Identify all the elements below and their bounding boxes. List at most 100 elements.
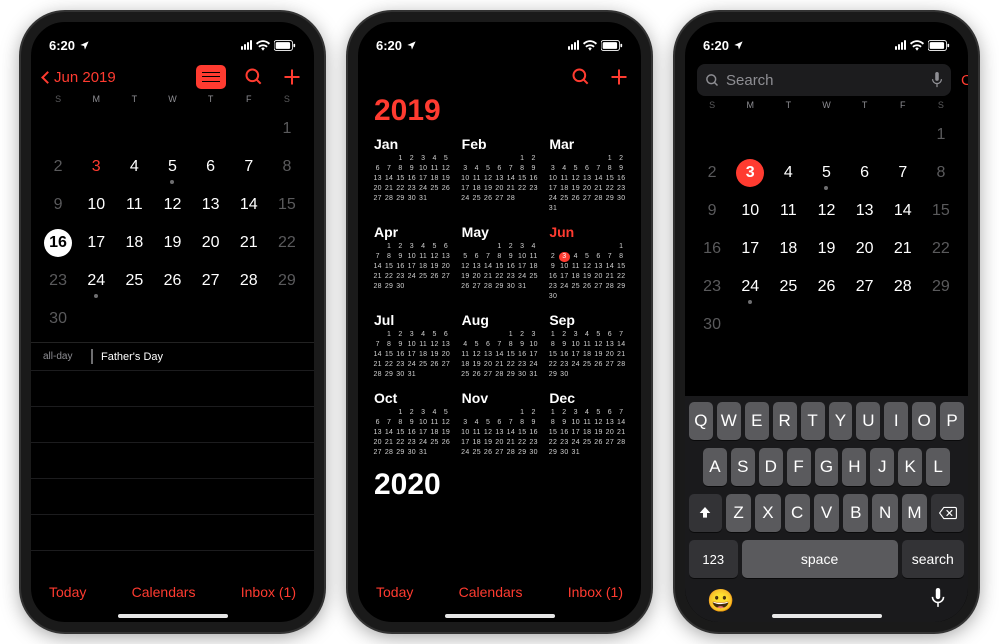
calendars-button[interactable]: Calendars — [132, 584, 196, 600]
mini-month[interactable]: May1234567891011121314151617181920212223… — [456, 220, 544, 308]
day-cell[interactable]: 27 — [192, 262, 230, 300]
day-cell[interactable]: 20 — [192, 224, 230, 262]
day-cell[interactable]: 16 — [693, 230, 731, 268]
mini-month[interactable]: Mar1234567891011121314151617181920212223… — [543, 132, 631, 220]
day-cell[interactable]: 28 — [884, 268, 922, 306]
key-l[interactable]: L — [926, 448, 950, 486]
key-c[interactable]: C — [785, 494, 810, 532]
key-v[interactable]: V — [814, 494, 839, 532]
key-a[interactable]: A — [703, 448, 727, 486]
day-cell[interactable]: 16 — [39, 224, 77, 262]
day-cell[interactable]: 6 — [192, 148, 230, 186]
day-cell[interactable]: 14 — [230, 186, 268, 224]
day-cell[interactable]: 15 — [922, 192, 960, 230]
day-cell[interactable]: 30 — [693, 306, 731, 344]
day-cell[interactable]: 7 — [230, 148, 268, 186]
mini-month[interactable]: Nov1234567891011121314151617181920212223… — [456, 386, 544, 464]
day-cell[interactable]: 1 — [268, 110, 306, 148]
day-cell[interactable]: 3 — [731, 154, 769, 192]
day-cell[interactable]: 24 — [731, 268, 769, 306]
emoji-key[interactable]: 😀 — [707, 588, 734, 614]
key-k[interactable]: K — [898, 448, 922, 486]
day-cell[interactable]: 3 — [77, 148, 115, 186]
search-field[interactable] — [697, 64, 951, 96]
key-x[interactable]: X — [755, 494, 780, 532]
key-space[interactable]: space — [742, 540, 898, 578]
day-cell[interactable]: 10 — [731, 192, 769, 230]
key-p[interactable]: P — [940, 402, 964, 440]
day-cell[interactable]: 7 — [884, 154, 922, 192]
day-cell[interactable]: 2 — [39, 148, 77, 186]
day-cell[interactable]: 8 — [922, 154, 960, 192]
key-s[interactable]: S — [731, 448, 755, 486]
key-r[interactable]: R — [773, 402, 797, 440]
search-icon[interactable] — [571, 67, 591, 87]
add-button[interactable] — [282, 67, 302, 87]
key-shift[interactable] — [689, 494, 722, 532]
today-button[interactable]: Today — [49, 584, 86, 600]
key-i[interactable]: I — [884, 402, 908, 440]
day-cell[interactable]: 29 — [922, 268, 960, 306]
day-cell[interactable]: 15 — [268, 186, 306, 224]
back-button[interactable]: Jun 2019 — [43, 69, 116, 86]
mini-month[interactable]: Jan1234567891011121314151617181920212223… — [368, 132, 456, 220]
day-cell[interactable]: 21 — [884, 230, 922, 268]
key-backspace[interactable] — [931, 494, 964, 532]
key-d[interactable]: D — [759, 448, 783, 486]
day-cell[interactable]: 24 — [77, 262, 115, 300]
home-indicator[interactable] — [772, 614, 882, 618]
mini-month[interactable]: Feb1234567891011121314151617181920212223… — [456, 132, 544, 220]
search-input[interactable] — [726, 72, 925, 89]
key-e[interactable]: E — [745, 402, 769, 440]
day-cell[interactable]: 22 — [922, 230, 960, 268]
mini-month[interactable]: Aug1234567891011121314151617181920212223… — [456, 308, 544, 386]
day-cell[interactable]: 9 — [39, 186, 77, 224]
mini-month[interactable]: Apr1234567891011121314151617181920212223… — [368, 220, 456, 308]
day-cell[interactable]: 26 — [153, 262, 191, 300]
key-q[interactable]: Q — [689, 402, 713, 440]
key-u[interactable]: U — [856, 402, 880, 440]
day-cell[interactable]: 29 — [268, 262, 306, 300]
day-cell[interactable]: 18 — [115, 224, 153, 262]
day-cell[interactable]: 11 — [115, 186, 153, 224]
day-cell[interactable]: 9 — [693, 192, 731, 230]
event-row[interactable]: all-day Father's Day — [31, 343, 314, 371]
day-cell[interactable]: 1 — [922, 116, 960, 154]
key-n[interactable]: N — [872, 494, 897, 532]
key-numbers[interactable]: 123 — [689, 540, 738, 578]
day-cell[interactable]: 5 — [153, 148, 191, 186]
mini-month[interactable]: Sep1234567891011121314151617181920212223… — [543, 308, 631, 386]
search-icon[interactable] — [244, 67, 264, 87]
key-g[interactable]: G — [815, 448, 839, 486]
cancel-button[interactable]: Cancel — [961, 72, 978, 89]
key-m[interactable]: M — [902, 494, 927, 532]
day-cell[interactable]: 25 — [769, 268, 807, 306]
key-t[interactable]: T — [801, 402, 825, 440]
day-cell[interactable]: 19 — [153, 224, 191, 262]
day-cell[interactable]: 11 — [769, 192, 807, 230]
day-cell[interactable]: 18 — [769, 230, 807, 268]
day-cell[interactable]: 23 — [693, 268, 731, 306]
calendars-button[interactable]: Calendars — [459, 584, 523, 600]
day-cell[interactable]: 21 — [230, 224, 268, 262]
day-cell[interactable]: 13 — [846, 192, 884, 230]
day-cell[interactable]: 12 — [153, 186, 191, 224]
add-button[interactable] — [609, 67, 629, 87]
day-cell[interactable]: 12 — [807, 192, 845, 230]
day-cell[interactable]: 26 — [807, 268, 845, 306]
key-w[interactable]: W — [717, 402, 741, 440]
day-cell[interactable]: 19 — [807, 230, 845, 268]
home-indicator[interactable] — [445, 614, 555, 618]
day-cell[interactable]: 13 — [192, 186, 230, 224]
key-f[interactable]: F — [787, 448, 811, 486]
day-cell[interactable]: 2 — [693, 154, 731, 192]
key-j[interactable]: J — [870, 448, 894, 486]
day-cell[interactable]: 17 — [77, 224, 115, 262]
key-z[interactable]: Z — [726, 494, 751, 532]
day-cell[interactable]: 27 — [846, 268, 884, 306]
day-cell[interactable]: 10 — [77, 186, 115, 224]
today-button[interactable]: Today — [376, 584, 413, 600]
day-cell[interactable]: 28 — [230, 262, 268, 300]
key-o[interactable]: O — [912, 402, 936, 440]
dictation-icon[interactable] — [931, 72, 943, 88]
